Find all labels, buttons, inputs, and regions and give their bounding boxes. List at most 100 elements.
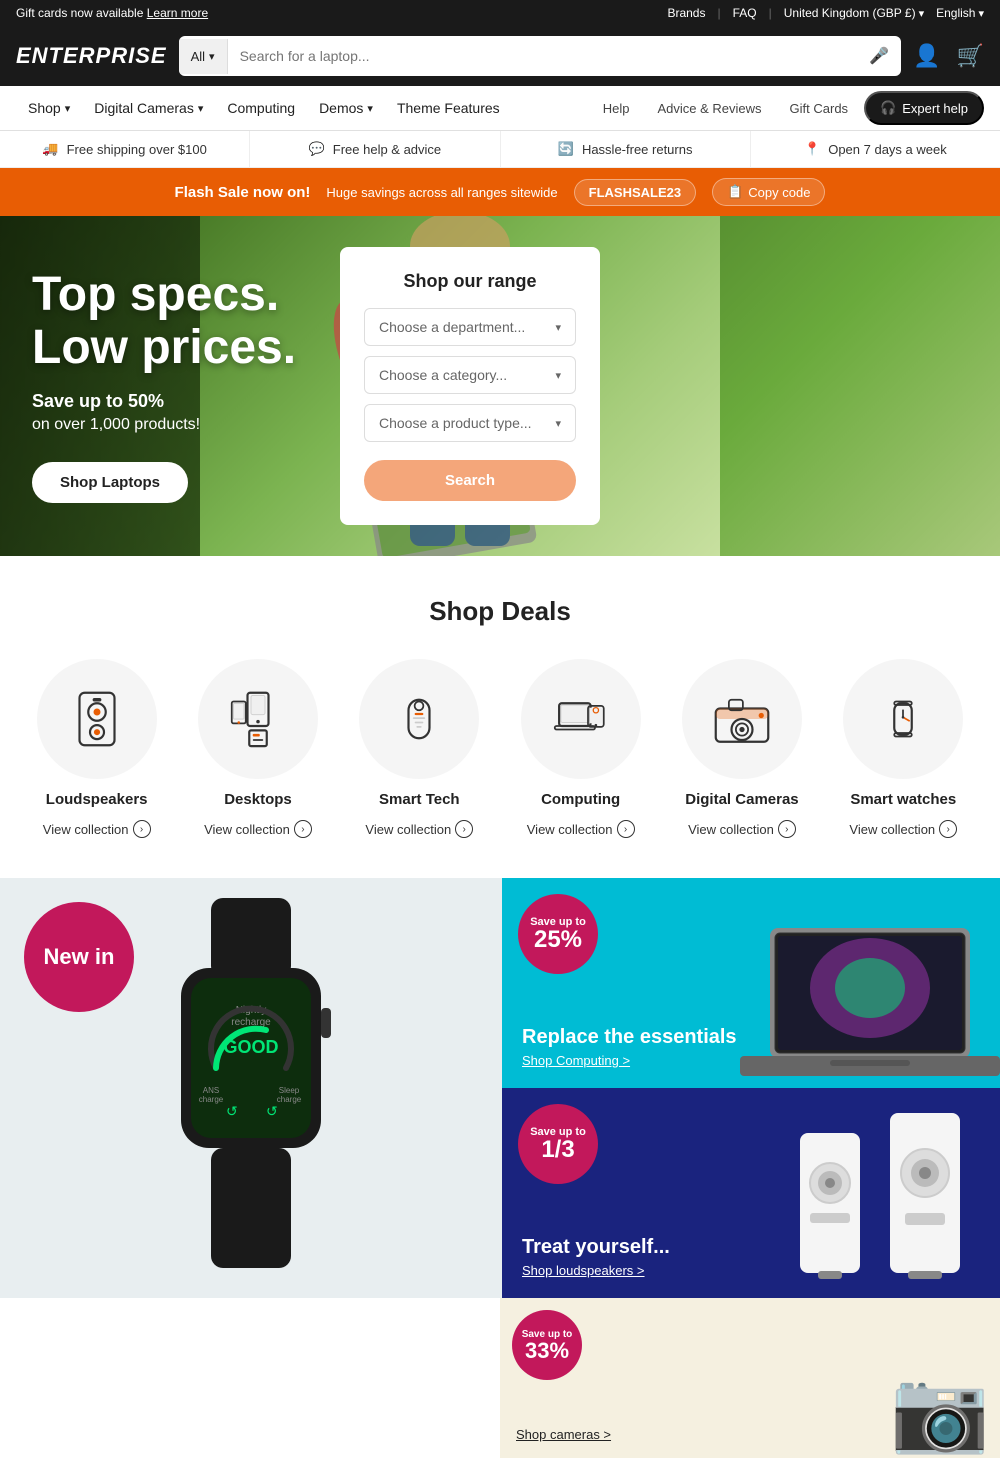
- brands-link[interactable]: Brands: [667, 6, 705, 20]
- nav-advice[interactable]: Advice & Reviews: [645, 87, 773, 130]
- svg-text:GOOD: GOOD: [223, 1037, 278, 1057]
- loudspeakers-circle[interactable]: [37, 659, 157, 779]
- demos-chevron-icon: ▾: [367, 102, 373, 115]
- smart-tech-arrow-icon: ›: [455, 820, 473, 838]
- headset-icon: 🎧: [880, 100, 896, 116]
- smartwatches-name: Smart watches: [850, 791, 956, 808]
- hero-content: Top specs. Low prices. Save up to 50% on…: [0, 229, 340, 543]
- cameras-arrow-icon: ›: [778, 820, 796, 838]
- logo[interactable]: ENTERPRISE: [16, 43, 167, 69]
- promo-new-in[interactable]: New in Nightly recharge GOOD ANS charge …: [0, 878, 502, 1298]
- speakers-promo-badge: Save up to 1/3: [518, 1104, 598, 1184]
- user-icon[interactable]: 👤: [913, 43, 940, 69]
- camera-illustration: 📷: [890, 1364, 990, 1458]
- deal-computing: Computing View collection ›: [506, 659, 656, 838]
- nav-demos[interactable]: Demos ▾: [307, 86, 385, 130]
- copy-code-button[interactable]: 📋 Copy code: [712, 178, 825, 206]
- promo-computing-card[interactable]: Save up to 25% Replace the essen: [502, 878, 1000, 1088]
- computing-link[interactable]: View collection ›: [527, 820, 635, 838]
- promo-cameras-card[interactable]: Save up to 33% 📷 Shop cameras >: [500, 1298, 1000, 1458]
- expert-help-button[interactable]: 🎧 Expert help: [864, 91, 984, 125]
- promo-speakers-card[interactable]: Save up to 1/3: [502, 1088, 1000, 1298]
- benefit-shipping: 🚚 Free shipping over $100: [0, 131, 250, 167]
- loudspeakers-name: Loudspeakers: [46, 791, 148, 808]
- shipping-icon: 🚚: [42, 141, 58, 157]
- speakers-promo-link[interactable]: Shop loudspeakers >: [522, 1263, 670, 1278]
- benefit-hours: 📍 Open 7 days a week: [751, 131, 1000, 167]
- header-icons: 👤 🛒: [913, 43, 984, 69]
- loudspeakers-arrow-icon: ›: [133, 820, 151, 838]
- search-category-select[interactable]: All ▾: [179, 39, 228, 74]
- type-chevron-icon: ▾: [555, 417, 561, 430]
- flash-sale-title: Flash Sale now on!: [175, 184, 311, 201]
- deals-grid: Loudspeakers View collection ›: [16, 659, 984, 838]
- panel-search-button[interactable]: Search: [364, 460, 576, 501]
- type-select[interactable]: Choose a product type... ▾: [364, 404, 576, 442]
- deal-loudspeakers: Loudspeakers View collection ›: [22, 659, 172, 838]
- language-selector[interactable]: English ▾: [936, 6, 984, 20]
- cart-icon[interactable]: 🛒: [957, 43, 984, 69]
- computing-promo-badge: Save up to 25%: [518, 894, 598, 974]
- deal-cameras: Digital Cameras View collection ›: [667, 659, 817, 838]
- learn-more-link[interactable]: Learn more: [147, 6, 208, 20]
- desktops-link[interactable]: View collection ›: [204, 820, 312, 838]
- nav: Shop ▾ Digital Cameras ▾ Computing Demos…: [0, 86, 1000, 131]
- cameras-icon: [707, 684, 777, 754]
- desktops-icon: [223, 684, 293, 754]
- benefits-bar: 🚚 Free shipping over $100 💬 Free help & …: [0, 131, 1000, 168]
- computing-circle[interactable]: [521, 659, 641, 779]
- computing-arrow-icon: ›: [617, 820, 635, 838]
- smart-tech-circle[interactable]: [359, 659, 479, 779]
- bottom-promo-row: Save up to 33% 📷 Shop cameras >: [500, 1298, 1000, 1458]
- computing-promo-content: Replace the essentials Shop Computing >: [522, 1026, 737, 1068]
- hero-title: Top specs. Low prices.: [32, 269, 308, 375]
- cameras-circle[interactable]: [682, 659, 802, 779]
- cat-chevron-icon: ▾: [555, 369, 561, 382]
- flash-sale-bar: Flash Sale now on! Huge savings across a…: [0, 168, 1000, 216]
- promo-right-cards: Save up to 25% Replace the essen: [502, 878, 1000, 1298]
- nav-help[interactable]: Help: [591, 87, 642, 130]
- svg-text:ANS: ANS: [203, 1086, 219, 1095]
- smartwatches-link[interactable]: View collection ›: [849, 820, 957, 838]
- deal-smartwatches: Smart watches View collection ›: [828, 659, 978, 838]
- nav-theme-features[interactable]: Theme Features: [385, 86, 512, 130]
- dept-select[interactable]: Choose a department... ▾: [364, 308, 576, 346]
- smartwatches-arrow-icon: ›: [939, 820, 957, 838]
- smart-tech-link[interactable]: View collection ›: [365, 820, 473, 838]
- region-chevron-icon: ▾: [919, 7, 925, 20]
- shop-deals-title: Shop Deals: [16, 596, 984, 627]
- cameras-badge: Save up to 33%: [512, 1310, 582, 1380]
- benefit-advice: 💬 Free help & advice: [250, 131, 500, 167]
- deal-smart-tech: Smart Tech View collection ›: [344, 659, 494, 838]
- dept-chevron-icon: ▾: [555, 321, 561, 334]
- shop-laptops-button[interactable]: Shop Laptops: [32, 462, 188, 503]
- desktops-circle[interactable]: [198, 659, 318, 779]
- benefit-returns: 🔄 Hassle-free returns: [501, 131, 751, 167]
- cat-select[interactable]: Choose a category... ▾: [364, 356, 576, 394]
- mic-icon[interactable]: 🎤: [857, 36, 901, 76]
- hero-section: Top specs. Low prices. Save up to 50% on…: [0, 216, 1000, 556]
- smartwatches-circle[interactable]: [843, 659, 963, 779]
- deal-desktops: Desktops View collection ›: [183, 659, 333, 838]
- language-chevron-icon: ▾: [978, 7, 984, 20]
- computing-name: Computing: [541, 791, 620, 808]
- topbar-left: Gift cards now available Learn more: [16, 6, 208, 20]
- cameras-link[interactable]: View collection ›: [688, 820, 796, 838]
- header: ENTERPRISE All ▾ 🎤 👤 🛒: [0, 26, 1000, 86]
- nav-digital-cameras[interactable]: Digital Cameras ▾: [82, 86, 215, 130]
- smart-tech-icon: [384, 684, 454, 754]
- faq-link[interactable]: FAQ: [733, 6, 757, 20]
- search-bar: All ▾ 🎤: [179, 36, 902, 76]
- search-input[interactable]: [228, 38, 858, 74]
- cameras-bottom-link[interactable]: Shop cameras >: [516, 1427, 611, 1442]
- nav-computing[interactable]: Computing: [215, 86, 307, 130]
- hero-shop-panel: Shop our range Choose a department... ▾ …: [340, 247, 600, 525]
- nav-gift-cards[interactable]: Gift Cards: [778, 87, 861, 130]
- panel-title: Shop our range: [364, 271, 576, 292]
- region-selector[interactable]: United Kingdom (GBP £) ▾: [784, 6, 924, 20]
- computing-promo-link[interactable]: Shop Computing >: [522, 1053, 737, 1068]
- shop-deals-section: Shop Deals Loudspeakers View collection …: [0, 556, 1000, 878]
- nav-shop[interactable]: Shop ▾: [16, 86, 82, 130]
- topbar-right: Brands | FAQ | United Kingdom (GBP £) ▾ …: [667, 6, 984, 20]
- loudspeakers-link[interactable]: View collection ›: [43, 820, 151, 838]
